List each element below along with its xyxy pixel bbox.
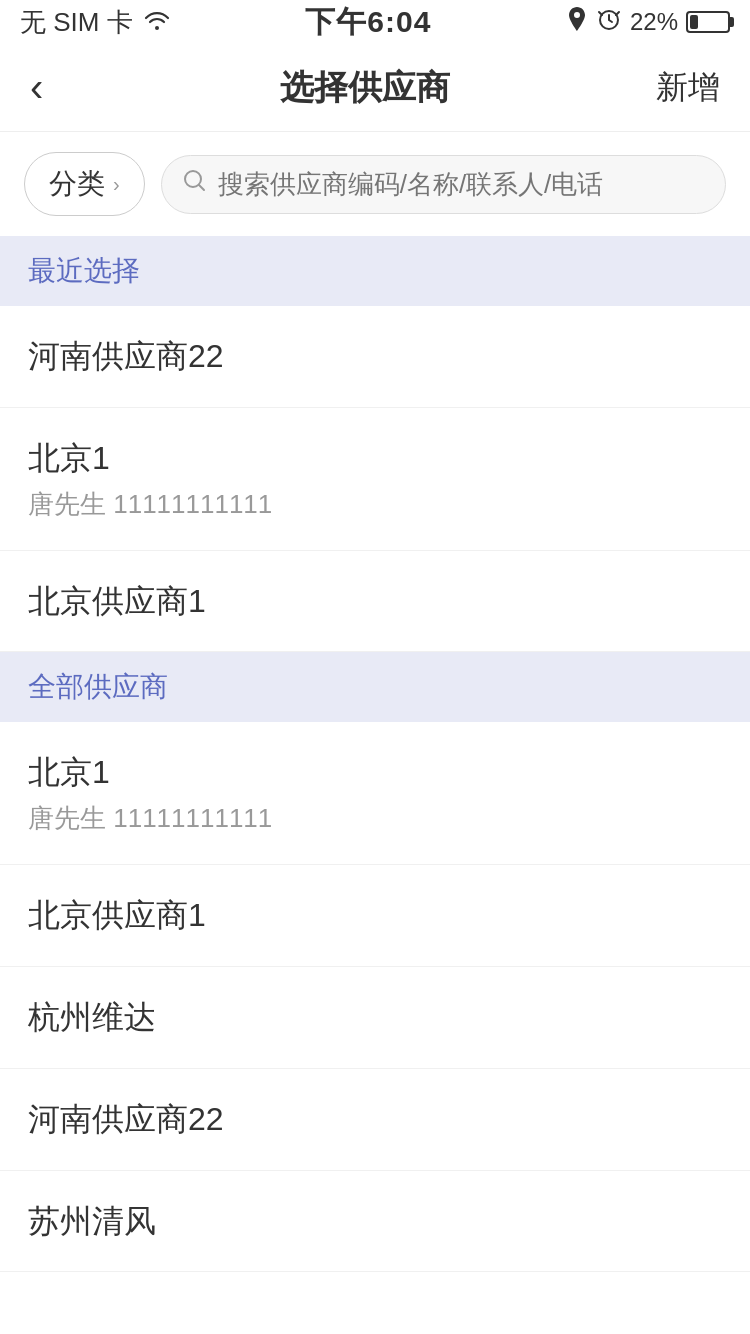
- status-left: 无 SIM 卡: [20, 5, 171, 40]
- recent-list-item[interactable]: 河南供应商22: [0, 306, 750, 408]
- all-list-item[interactable]: 河南供应商22: [0, 1069, 750, 1171]
- alarm-icon: [596, 6, 622, 38]
- recent-list-item[interactable]: 北京供应商1: [0, 551, 750, 653]
- location-icon: [566, 6, 588, 38]
- back-button[interactable]: ‹: [30, 65, 90, 110]
- battery-icon: [686, 11, 730, 33]
- all-list-item[interactable]: 北京供应商1: [0, 865, 750, 967]
- category-label: 分类: [49, 165, 105, 203]
- item-name: 北京供应商1: [28, 579, 722, 624]
- status-time: 下午6:04: [305, 2, 431, 43]
- all-list-item[interactable]: 苏州清风: [0, 1171, 750, 1273]
- all-list-item[interactable]: 杭州维达: [0, 967, 750, 1069]
- all-list-item[interactable]: 北京1 唐先生 11111111111: [0, 722, 750, 865]
- item-name: 北京1: [28, 750, 722, 795]
- item-name: 北京供应商1: [28, 893, 722, 938]
- item-sub: 唐先生 11111111111: [28, 487, 722, 522]
- nav-bar: ‹ 选择供应商 新增: [0, 44, 750, 132]
- filter-bar: 分类 ›: [0, 132, 750, 236]
- recent-list-item[interactable]: 北京1 唐先生 11111111111: [0, 408, 750, 551]
- recent-section-header: 最近选择: [0, 236, 750, 306]
- item-sub: 唐先生 11111111111: [28, 801, 722, 836]
- battery-text: 22%: [630, 8, 678, 36]
- item-name: 河南供应商22: [28, 1097, 722, 1142]
- search-input[interactable]: [218, 169, 705, 200]
- all-section-header: 全部供应商: [0, 652, 750, 722]
- item-name: 杭州维达: [28, 995, 722, 1040]
- status-right: 22%: [566, 6, 730, 38]
- page-title: 选择供应商: [280, 65, 450, 111]
- add-button[interactable]: 新增: [640, 66, 720, 110]
- category-button[interactable]: 分类 ›: [24, 152, 145, 216]
- no-sim-text: 无 SIM 卡: [20, 5, 133, 40]
- all-list: 北京1 唐先生 11111111111 北京供应商1 杭州维达河南供应商22 苏州清风: [0, 722, 750, 1272]
- chevron-right-icon: ›: [113, 173, 120, 196]
- wifi-icon: [143, 7, 171, 38]
- item-name: 苏州清风: [28, 1199, 722, 1244]
- search-box[interactable]: [161, 155, 726, 214]
- item-name: 北京1: [28, 436, 722, 481]
- item-name: 河南供应商22: [28, 334, 722, 379]
- status-bar: 无 SIM 卡 下午6:04 22%: [0, 0, 750, 44]
- recent-list: 河南供应商22 北京1 唐先生 11111111111 北京供应商1: [0, 306, 750, 652]
- search-icon: [182, 168, 208, 201]
